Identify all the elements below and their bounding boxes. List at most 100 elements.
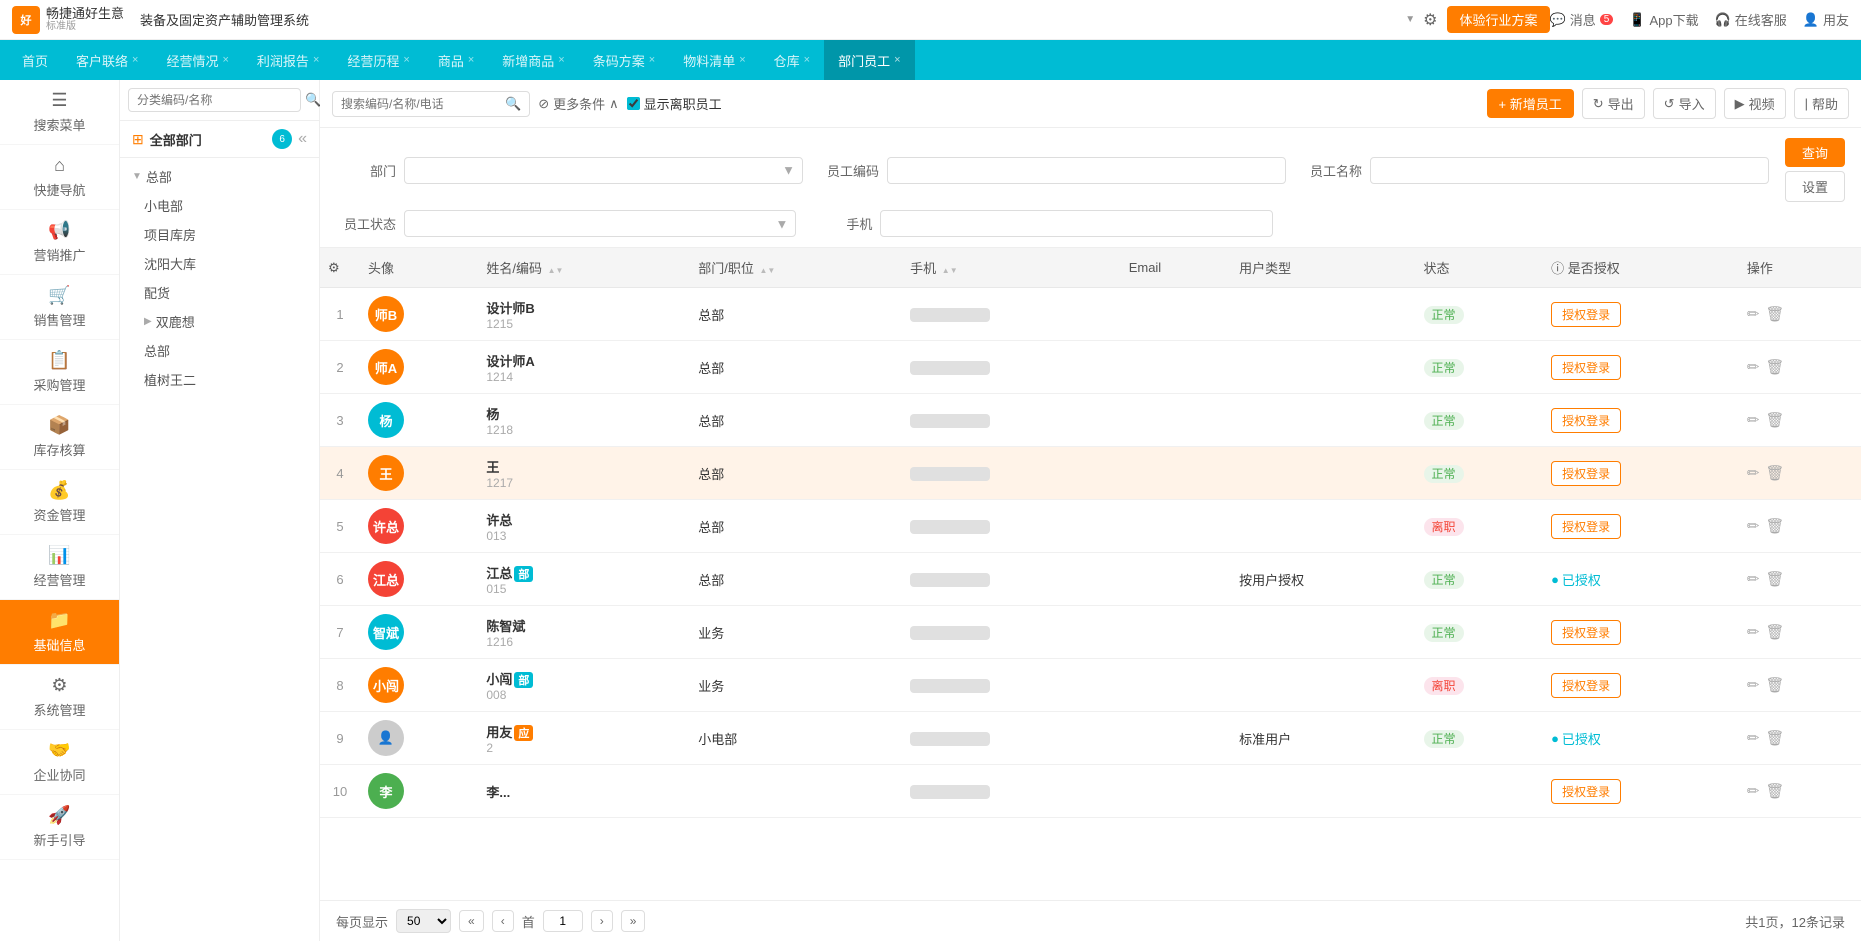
close-icon[interactable]: × <box>468 54 474 66</box>
edit-icon[interactable]: ✏ <box>1747 570 1760 588</box>
delete-icon[interactable]: 🗑 <box>1765 358 1784 376</box>
export-btn[interactable]: ↻ 导出 <box>1582 88 1645 119</box>
close-icon[interactable]: × <box>804 54 810 66</box>
auth-btn[interactable]: 授权登录 <box>1551 514 1621 539</box>
close-icon[interactable]: × <box>558 54 564 66</box>
edit-icon[interactable]: ✏ <box>1747 305 1760 323</box>
sidebar-item-guide[interactable]: 🚀 新手引导 <box>0 795 119 860</box>
close-icon[interactable]: × <box>894 54 900 66</box>
auth-btn[interactable]: 授权登录 <box>1551 673 1621 698</box>
tab-employees[interactable]: 部门员工 × <box>824 40 914 80</box>
tab-bom[interactable]: 物料清单 × <box>669 40 759 80</box>
sidebar-item-purchase[interactable]: 📋 采购管理 <box>0 340 119 405</box>
th-setting[interactable]: ⚙ <box>320 248 360 288</box>
page-number-input[interactable] <box>543 910 583 932</box>
th-dept[interactable]: 部门/职位 ▲▼ <box>690 248 902 288</box>
edit-icon[interactable]: ✏ <box>1747 411 1760 429</box>
view-btn[interactable]: ▶ 视频 <box>1724 88 1786 119</box>
dept-node-root[interactable]: ▼ 总部 <box>120 162 319 191</box>
edit-icon[interactable]: ✏ <box>1747 358 1760 376</box>
close-icon[interactable]: × <box>739 54 745 66</box>
sidebar-item-system[interactable]: ⚙ 系统管理 <box>0 665 119 730</box>
dept-add-icon[interactable]: 6 <box>272 129 292 149</box>
delete-icon[interactable]: 🗑 <box>1765 464 1784 482</box>
sidebar-item-marketing[interactable]: 📢 营销推广 <box>0 210 119 275</box>
delete-icon[interactable]: 🗑 <box>1765 782 1784 800</box>
sidebar-item-finance[interactable]: 💰 资金管理 <box>0 470 119 535</box>
delete-icon[interactable]: 🗑 <box>1765 623 1784 641</box>
dept-search-icon[interactable]: 🔍 <box>305 92 321 108</box>
sidebar-item-sales[interactable]: 🛒 销售管理 <box>0 275 119 340</box>
delete-icon[interactable]: 🗑 <box>1765 676 1784 694</box>
sidebar-item-search[interactable]: ☰ 搜索菜单 <box>0 80 119 145</box>
per-page-select[interactable]: 50 10 20 100 <box>396 909 451 933</box>
user-btn[interactable]: 👤 用友 <box>1803 10 1849 29</box>
last-page-btn[interactable]: » <box>621 910 646 932</box>
sidebar-item-basic-info[interactable]: 📁 基础信息 <box>0 600 119 665</box>
emp-name-input[interactable] <box>1370 157 1769 184</box>
tab-home[interactable]: 首页 <box>8 40 62 80</box>
online-service-btn[interactable]: 🎧 在线客服 <box>1715 10 1787 29</box>
auth-btn[interactable]: 授权登录 <box>1551 355 1621 380</box>
close-icon[interactable]: × <box>313 54 319 66</box>
tab-operation[interactable]: 经营情况 × <box>152 40 242 80</box>
dept-node-zhishu[interactable]: 植树王二 <box>120 365 319 394</box>
sidebar-item-inventory[interactable]: 📦 库存核算 <box>0 405 119 470</box>
help-btn[interactable]: | 帮助 <box>1794 88 1849 119</box>
th-name[interactable]: 姓名/编码 ▲▼ <box>478 248 690 288</box>
tab-profit[interactable]: 利润报告 × <box>243 40 333 80</box>
auth-btn[interactable]: 授权登录 <box>1551 620 1621 645</box>
message-btn[interactable]: 💬 消息 5 <box>1550 10 1614 29</box>
add-employee-btn[interactable]: + 新增员工 <box>1487 89 1574 118</box>
edit-icon[interactable]: ✏ <box>1747 676 1760 694</box>
app-download-btn[interactable]: 📱 App下载 <box>1629 10 1698 29</box>
search-input[interactable] <box>341 97 501 111</box>
dept-node-shuanglu[interactable]: ▶ 双鹿想 <box>120 307 319 336</box>
next-page-btn[interactable]: › <box>591 910 613 932</box>
tab-barcode[interactable]: 条码方案 × <box>579 40 669 80</box>
show-resigned-checkbox[interactable]: 显示离职员工 <box>627 94 722 113</box>
edit-icon[interactable]: ✏ <box>1747 729 1760 747</box>
sidebar-item-nav[interactable]: ⌂ 快捷导航 <box>0 145 119 210</box>
delete-icon[interactable]: 🗑 <box>1765 411 1784 429</box>
prev-page-btn[interactable]: ‹ <box>492 910 514 932</box>
tab-customer[interactable]: 客户联络 × <box>62 40 152 80</box>
edit-icon[interactable]: ✏ <box>1747 517 1760 535</box>
dept-node-xiaodian[interactable]: 小电部 <box>120 191 319 220</box>
tab-new-goods[interactable]: 新增商品 × <box>488 40 578 80</box>
query-btn[interactable]: 查询 <box>1785 138 1845 167</box>
delete-icon[interactable]: 🗑 <box>1765 570 1784 588</box>
gear-icon[interactable]: ⚙ <box>1423 10 1437 30</box>
auth-btn[interactable]: 授权登录 <box>1551 461 1621 486</box>
close-icon[interactable]: × <box>132 54 138 66</box>
dept-search-input[interactable] <box>128 88 301 112</box>
delete-icon[interactable]: 🗑 <box>1765 305 1784 323</box>
sidebar-item-operation-mgmt[interactable]: 📊 经营管理 <box>0 535 119 600</box>
emp-code-input[interactable] <box>887 157 1286 184</box>
th-phone[interactable]: 手机 ▲▼ <box>902 248 1121 288</box>
auth-btn[interactable]: 授权登录 <box>1551 408 1621 433</box>
show-resigned-input[interactable] <box>627 97 640 110</box>
auth-btn[interactable]: 授权登录 <box>1551 302 1621 327</box>
dept-collapse-icon[interactable]: « <box>298 130 307 148</box>
edit-icon[interactable]: ✏ <box>1747 782 1760 800</box>
dept-node-peihuo[interactable]: 配货 <box>120 278 319 307</box>
reset-btn[interactable]: 设置 <box>1785 171 1845 202</box>
phone-input[interactable] <box>880 210 1272 237</box>
import-btn[interactable]: ↺ 导入 <box>1653 88 1716 119</box>
try-btn[interactable]: 体验行业方案 <box>1447 6 1549 33</box>
sidebar-item-collab[interactable]: 🤝 企业协同 <box>0 730 119 795</box>
close-icon[interactable]: × <box>649 54 655 66</box>
system-dropdown-arrow[interactable]: ▼ <box>1405 14 1415 25</box>
delete-icon[interactable]: 🗑 <box>1765 517 1784 535</box>
close-icon[interactable]: × <box>222 54 228 66</box>
tab-warehouse[interactable]: 仓库 × <box>760 40 824 80</box>
edit-icon[interactable]: ✏ <box>1747 464 1760 482</box>
search-icon[interactable]: 🔍 <box>505 96 521 112</box>
dept-node-shenyang[interactable]: 沈阳大库 <box>120 249 319 278</box>
tab-history[interactable]: 经营历程 × <box>333 40 423 80</box>
close-icon[interactable]: × <box>403 54 409 66</box>
tab-goods[interactable]: 商品 × <box>424 40 488 80</box>
dept-select[interactable] <box>404 157 803 184</box>
delete-icon[interactable]: 🗑 <box>1765 729 1784 747</box>
